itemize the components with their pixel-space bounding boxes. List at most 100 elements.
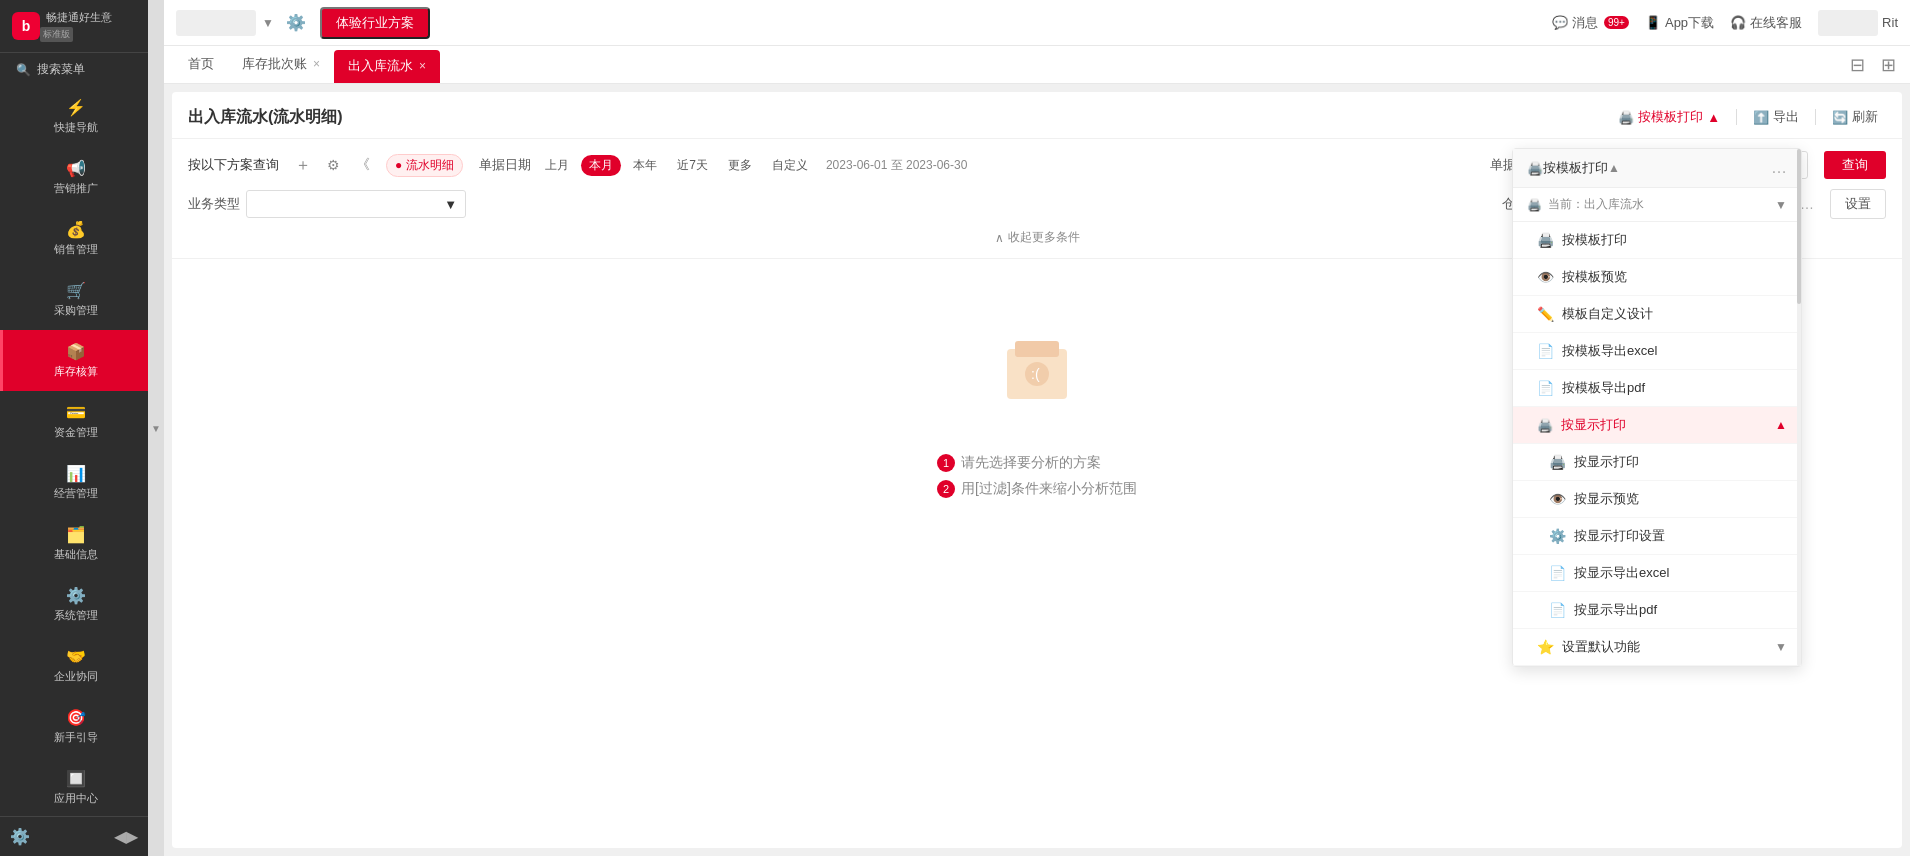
sidebar-item-quick-nav[interactable]: ⚡ 快捷导航 bbox=[0, 86, 148, 147]
logo-icon: b bbox=[12, 12, 40, 40]
dropdown-item-display-print[interactable]: 🖨️ 按显示打印 bbox=[1513, 444, 1801, 481]
tab-flow-close[interactable]: × bbox=[419, 59, 426, 73]
date-current-month-btn[interactable]: 本月 bbox=[581, 155, 621, 176]
setup-button[interactable]: 设置 bbox=[1830, 189, 1886, 219]
warehouse-more-icon[interactable]: … bbox=[1800, 196, 1814, 212]
dropdown-scrollbar[interactable] bbox=[1797, 149, 1801, 666]
template-custom-icon: ✏️ bbox=[1537, 306, 1554, 322]
search-menu[interactable]: 🔍 搜索菜单 bbox=[0, 53, 148, 86]
dropdown-item-label: 按显示打印 bbox=[1574, 453, 1639, 471]
filter-active-tag[interactable]: ● 流水明细 bbox=[386, 154, 463, 177]
dropdown-more-icon[interactable]: … bbox=[1771, 159, 1787, 177]
step-2-num: 2 bbox=[937, 480, 955, 498]
date-custom-btn[interactable]: 自定义 bbox=[764, 155, 816, 176]
username-label: Rit bbox=[1882, 15, 1898, 30]
sidebar-item-guide[interactable]: 🎯 新手引导 bbox=[0, 696, 148, 757]
filter-collapse-icon[interactable]: 《 bbox=[356, 156, 370, 174]
dropdown-item-display-pdf[interactable]: 📄 按显示导出pdf bbox=[1513, 592, 1801, 629]
tab-flow[interactable]: 出入库流水 × bbox=[334, 50, 440, 83]
date-more-btn[interactable]: 更多 bbox=[720, 155, 760, 176]
date-current-year-btn[interactable]: 本年 bbox=[625, 155, 665, 176]
display-print-header-icon: 🖨️ bbox=[1537, 418, 1553, 433]
refresh-label: 刷新 bbox=[1852, 108, 1878, 126]
sidebar-item-purchase[interactable]: 🛒 采购管理 bbox=[0, 269, 148, 330]
sidebar-item-label: 企业协同 bbox=[54, 669, 98, 684]
dropdown-item-template-excel[interactable]: 📄 按模板导出excel bbox=[1513, 333, 1801, 370]
user-profile[interactable]: Rit bbox=[1818, 10, 1898, 36]
step-1-num: 1 bbox=[937, 454, 955, 472]
tab-minimize-icon[interactable]: ⊟ bbox=[1846, 54, 1869, 76]
collapse-label: 收起更多条件 bbox=[1008, 229, 1080, 246]
dropdown-item-template-preview[interactable]: 👁️ 按模板预览 bbox=[1513, 259, 1801, 296]
dropdown-item-set-default[interactable]: ⭐ 设置默认功能 ▼ bbox=[1513, 629, 1801, 666]
collapse-sidebar-icon[interactable]: ◀▶ bbox=[114, 827, 138, 846]
user-selector[interactable]: ▼ bbox=[176, 10, 274, 36]
biz-type-arrow: ▼ bbox=[444, 197, 457, 212]
filter-search-label: 按以下方案查询 bbox=[188, 156, 279, 174]
print-template-btn[interactable]: 🖨️ 按模板打印 ▲ bbox=[1610, 104, 1728, 130]
dropdown-item-display-excel[interactable]: 📄 按显示导出excel bbox=[1513, 555, 1801, 592]
online-service-button[interactable]: 🎧 在线客服 bbox=[1730, 14, 1802, 32]
empty-steps-list: 1 请先选择要分析的方案 2 用[过滤]条件来缩小分析范围 bbox=[937, 454, 1137, 506]
settings-icon[interactable]: ⚙️ bbox=[10, 827, 30, 846]
message-badge: 99+ bbox=[1604, 16, 1629, 29]
sidebar-item-label: 应用中心 bbox=[54, 791, 98, 806]
message-label: 消息 bbox=[1572, 14, 1598, 32]
current-arrow[interactable]: ▼ bbox=[1775, 198, 1787, 212]
date-last-7-days-btn[interactable]: 近7天 bbox=[669, 155, 716, 176]
dropdown-item-template-custom[interactable]: ✏️ 模板自定义设计 bbox=[1513, 296, 1801, 333]
dropdown-header-arrow[interactable]: ▲ bbox=[1608, 161, 1620, 175]
date-options-group: 上月 本月 本年 近7天 更多 自定义 bbox=[537, 155, 816, 176]
filter-add-icon[interactable]: ＋ bbox=[295, 155, 311, 176]
main-area: ▼ ⚙️ 体验行业方案 💬 消息 99+ 📱 App下载 🎧 在线客服 Rit bbox=[164, 0, 1910, 856]
sidebar-item-label: 库存核算 bbox=[54, 364, 98, 379]
sidebar-scroll[interactable]: ▼ bbox=[148, 0, 164, 856]
sidebar-item-sales[interactable]: 💰 销售管理 bbox=[0, 208, 148, 269]
tab-batch-close[interactable]: × bbox=[313, 57, 320, 71]
query-button[interactable]: 查询 bbox=[1824, 151, 1886, 179]
page-actions: 🖨️ 按模板打印 ▲ ⬆️ 导出 🔄 刷新 bbox=[1610, 104, 1886, 130]
sidebar-item-marketing[interactable]: 📢 营销推广 bbox=[0, 147, 148, 208]
sidebar-item-system[interactable]: ⚙️ 系统管理 bbox=[0, 574, 148, 635]
trial-button[interactable]: 体验行业方案 bbox=[320, 7, 430, 39]
dropdown-display-print-header[interactable]: 🖨️ 按显示打印 ▲ bbox=[1513, 407, 1801, 444]
sidebar-item-label: 销售管理 bbox=[54, 242, 98, 257]
tab-batch[interactable]: 库存批次账 × bbox=[228, 46, 334, 83]
dropdown-item-label: 按显示预览 bbox=[1574, 490, 1639, 508]
export-btn[interactable]: ⬆️ 导出 bbox=[1745, 104, 1807, 130]
refresh-btn[interactable]: 🔄 刷新 bbox=[1824, 104, 1886, 130]
dropdown-item-display-settings[interactable]: ⚙️ 按显示打印设置 bbox=[1513, 518, 1801, 555]
tab-bar: 首页 库存批次账 × 出入库流水 × ⊟ ⊞ bbox=[164, 46, 1910, 84]
set-default-icon: ⭐ bbox=[1537, 639, 1554, 655]
tab-maximize-icon[interactable]: ⊞ bbox=[1877, 54, 1900, 76]
display-print-header-label: 按显示打印 bbox=[1561, 416, 1626, 434]
sidebar-item-basic[interactable]: 🗂️ 基础信息 bbox=[0, 513, 148, 574]
sidebar-item-operation[interactable]: 📊 经营管理 bbox=[0, 452, 148, 513]
sidebar-item-inventory[interactable]: 📦 库存核算 bbox=[0, 330, 148, 391]
dropdown-item-print-template[interactable]: 🖨️ 按模板打印 bbox=[1513, 222, 1801, 259]
system-icon: ⚙️ bbox=[66, 586, 86, 605]
sidebar-item-label: 系统管理 bbox=[54, 608, 98, 623]
set-default-arrow[interactable]: ▼ bbox=[1775, 640, 1787, 654]
dropdown-header: 🖨️ 按模板打印 ▲ … bbox=[1513, 149, 1801, 188]
biz-type-select[interactable]: ▼ bbox=[246, 190, 466, 218]
tab-home[interactable]: 首页 bbox=[174, 46, 228, 83]
sidebar-item-app-center[interactable]: 🔲 应用中心 bbox=[0, 757, 148, 816]
dropdown-item-label: 按显示导出pdf bbox=[1574, 601, 1657, 619]
print-template-label: 按模板打印 bbox=[1638, 108, 1703, 126]
app-download-button[interactable]: 📱 App下载 bbox=[1645, 14, 1714, 32]
page-content: 出入库流水(流水明细) 🖨️ 按模板打印 ▲ ⬆️ 导出 🔄 刷新 bbox=[172, 92, 1902, 848]
topbar-gear-icon[interactable]: ⚙️ bbox=[286, 13, 306, 32]
dropdown-item-template-pdf[interactable]: 📄 按模板导出pdf bbox=[1513, 370, 1801, 407]
sidebar-item-label: 采购管理 bbox=[54, 303, 98, 318]
dropdown-item-display-preview[interactable]: 👁️ 按显示预览 bbox=[1513, 481, 1801, 518]
date-last-month-btn[interactable]: 上月 bbox=[537, 155, 577, 176]
sidebar-item-finance[interactable]: 💳 资金管理 bbox=[0, 391, 148, 452]
sidebar-item-collab[interactable]: 🤝 企业协同 bbox=[0, 635, 148, 696]
action-separator-1 bbox=[1736, 109, 1737, 125]
message-button[interactable]: 💬 消息 99+ bbox=[1552, 14, 1629, 32]
print-icon-header: 🖨️ bbox=[1527, 161, 1543, 176]
filter-settings-icon[interactable]: ⚙ bbox=[327, 157, 340, 173]
service-icon: 🎧 bbox=[1730, 15, 1746, 30]
user-dropdown-arrow[interactable]: ▼ bbox=[262, 16, 274, 30]
